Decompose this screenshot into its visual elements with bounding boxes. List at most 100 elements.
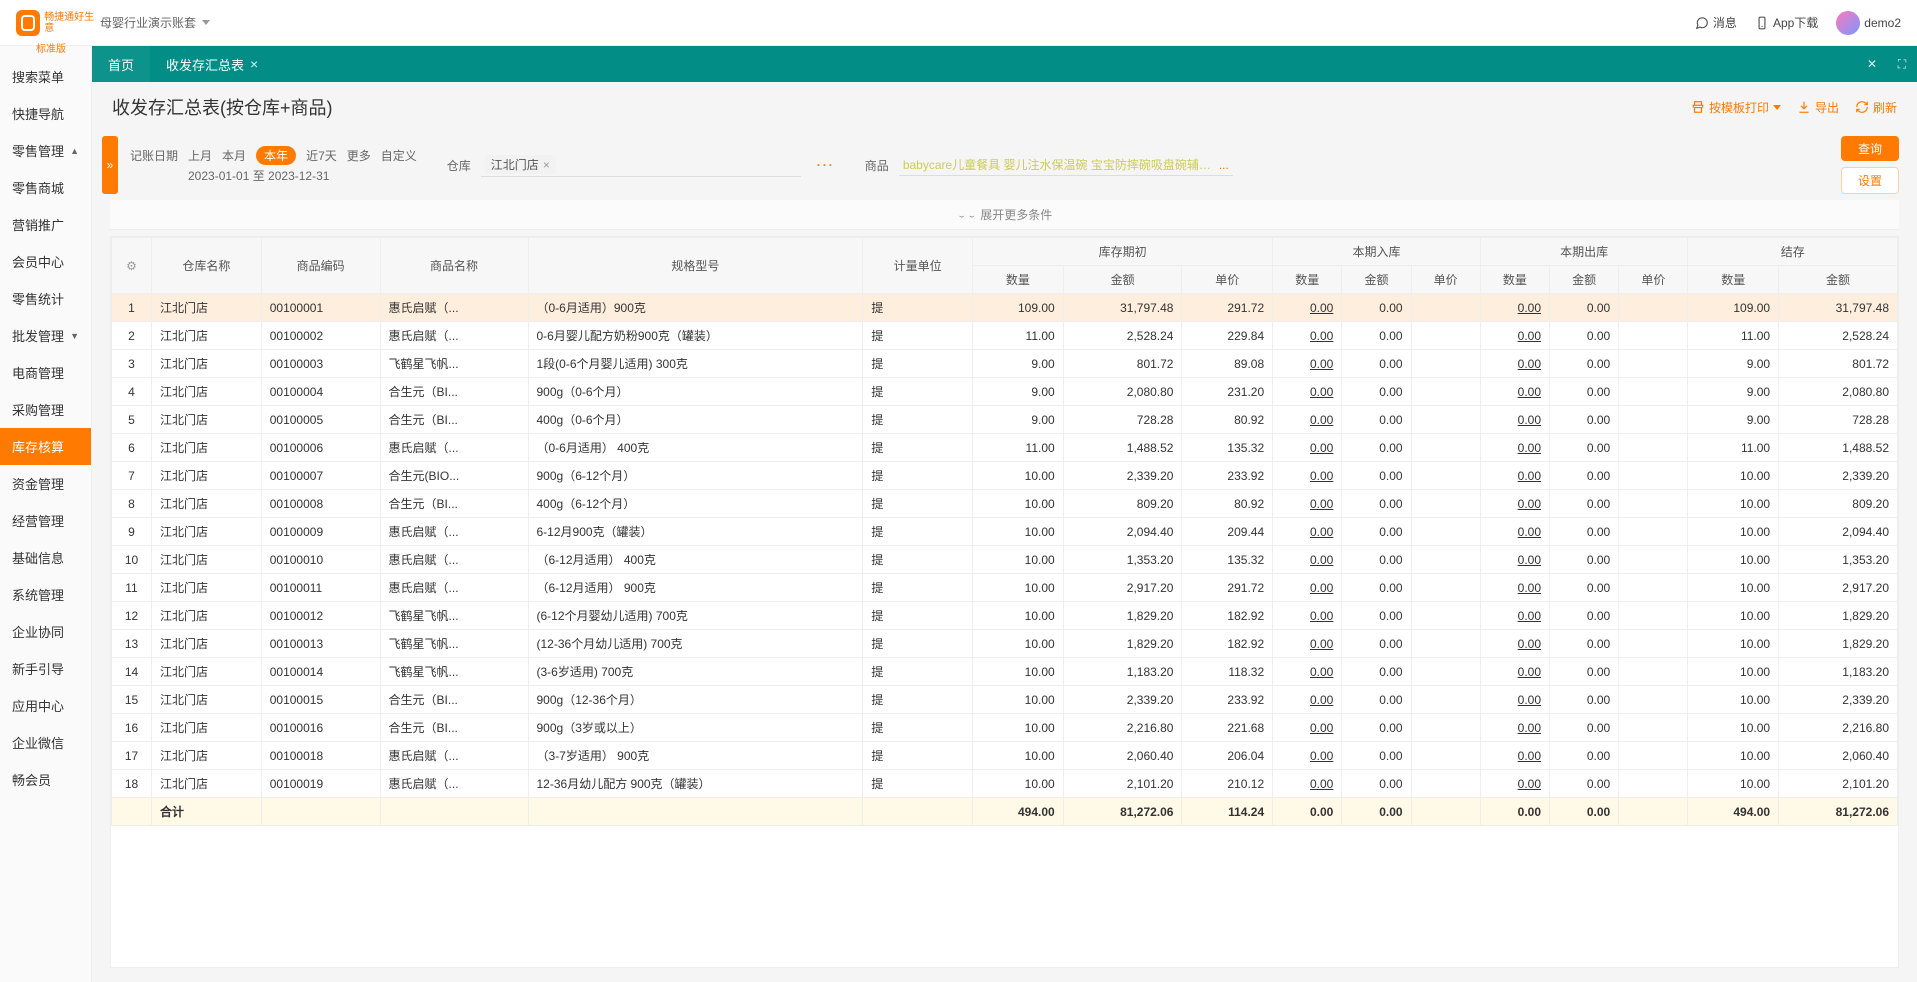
close-icon[interactable]: × [250, 56, 258, 72]
logo-text: 畅捷通好生意 [44, 12, 100, 34]
date-label: 记账日期 [130, 147, 178, 164]
cell-oa: 2,094.40 [1063, 518, 1182, 546]
sidebar-item[interactable]: 新手引导 [0, 650, 91, 687]
refresh-button[interactable]: 刷新 [1855, 99, 1897, 116]
row-index: 1 [112, 294, 152, 322]
cell-xp [1619, 294, 1688, 322]
cell-ip [1411, 686, 1480, 714]
table-row[interactable]: 10江北门店00100010惠氏启赋（...（6-12月适用） 400克提10.… [112, 546, 1898, 574]
sidebar-item[interactable]: 快捷导航 [0, 95, 91, 132]
table-row[interactable]: 16江北门店00100016合生元（BI...900g（3岁或以上）提10.00… [112, 714, 1898, 742]
tab-home[interactable]: 首页 [92, 46, 150, 82]
cell-xa: 0.00 [1550, 434, 1619, 462]
app-download-link[interactable]: App下载 [1755, 14, 1818, 31]
search-button[interactable]: 查询 [1841, 136, 1899, 161]
table-row[interactable]: 4江北门店00100004合生元（BI...900g（0-6个月）提9.002,… [112, 378, 1898, 406]
warehouse-picker-button[interactable]: ··· [817, 158, 835, 172]
table-row[interactable]: 18江北门店00100019惠氏启赋（...12-36月幼儿配方 900克（罐装… [112, 770, 1898, 798]
cell-warehouse: 江北门店 [152, 686, 262, 714]
cell-xa: 0.00 [1550, 406, 1619, 434]
sidebar-item[interactable]: 畅会员 [0, 761, 91, 798]
date-last7[interactable]: 近7天 [306, 147, 337, 164]
sidebar-item[interactable]: 批发管理▼ [0, 317, 91, 354]
collapse-filter-button[interactable]: » [102, 136, 118, 194]
cell-op: 182.92 [1182, 602, 1273, 630]
table-row[interactable]: 9江北门店00100009惠氏启赋（...6-12月900克（罐装）提10.00… [112, 518, 1898, 546]
chevron-down-icon [1773, 105, 1781, 110]
table-row[interactable]: 1江北门店00100001惠氏启赋（...（0-6月适用）900克提109.00… [112, 294, 1898, 322]
table-row[interactable]: 17江北门店00100018惠氏启赋（...（3-7岁适用） 900克提10.0… [112, 742, 1898, 770]
table-row[interactable]: 13江北门店00100013飞鹤星飞帆...(12-36个月幼儿适用) 700克… [112, 630, 1898, 658]
date-last-month[interactable]: 上月 [188, 147, 212, 164]
cell-ba: 2,101.20 [1779, 770, 1898, 798]
export-button[interactable]: 导出 [1797, 99, 1839, 116]
sidebar-item[interactable]: 基础信息 [0, 539, 91, 576]
sidebar-item[interactable]: 会员中心 [0, 243, 91, 280]
cell-unit: 提 [863, 294, 973, 322]
sidebar-item[interactable]: 资金管理 [0, 465, 91, 502]
user-menu[interactable]: demo2 [1836, 11, 1901, 35]
sidebar-item[interactable]: 企业微信 [0, 724, 91, 761]
sidebar-item[interactable]: 搜索菜单 [0, 58, 91, 95]
cell-warehouse: 江北门店 [152, 574, 262, 602]
tab-label: 收发存汇总表 [166, 55, 244, 74]
cell-ia: 0.00 [1342, 602, 1411, 630]
sidebar-item-label: 企业协同 [12, 622, 64, 641]
sidebar-item[interactable]: 企业协同 [0, 613, 91, 650]
product-more-icon[interactable]: ... [1219, 158, 1229, 172]
sidebar-item[interactable]: 零售管理▲ [0, 132, 91, 169]
table-row[interactable]: 2江北门店00100002惠氏启赋（...0-6月婴儿配方奶粉900克（罐装）提… [112, 322, 1898, 350]
cell-bq: 109.00 [1688, 294, 1779, 322]
cell-xq: 0.00 [1480, 602, 1549, 630]
table-row[interactable]: 5江北门店00100005合生元（BI...400g（0-6个月）提9.0072… [112, 406, 1898, 434]
sidebar-item[interactable]: 零售统计 [0, 280, 91, 317]
cell-ia: 0.00 [1342, 658, 1411, 686]
cell-name: 合生元（BI... [380, 406, 528, 434]
sidebar-item-label: 快捷导航 [12, 104, 64, 123]
account-selector[interactable]: 母婴行业演示账套 [100, 14, 320, 31]
table-settings-button[interactable]: ⚙ [112, 238, 152, 294]
cell-unit: 提 [863, 462, 973, 490]
table-row[interactable]: 15江北门店00100015合生元（BI...900g（12-36个月）提10.… [112, 686, 1898, 714]
sidebar-item[interactable]: 营销推广 [0, 206, 91, 243]
table-row[interactable]: 7江北门店00100007合生元(BIO...900g（6-12个月）提10.0… [112, 462, 1898, 490]
sidebar-item[interactable]: 应用中心 [0, 687, 91, 724]
table-row[interactable]: 8江北门店00100008合生元（BI...400g（6-12个月）提10.00… [112, 490, 1898, 518]
table-row[interactable]: 6江北门店00100006惠氏启赋（...（0-6月适用） 400克提11.00… [112, 434, 1898, 462]
cell-oa: 2,917.20 [1063, 574, 1182, 602]
sidebar-item-label: 应用中心 [12, 696, 64, 715]
close-all-tabs-button[interactable]: ✕ [1857, 49, 1887, 79]
table-row[interactable]: 11江北门店00100011惠氏启赋（...（6-12月适用） 900克提10.… [112, 574, 1898, 602]
sidebar-item[interactable]: 零售商城 [0, 169, 91, 206]
date-more[interactable]: 更多 [347, 147, 371, 164]
fullscreen-button[interactable]: ⛶ [1887, 49, 1917, 79]
report-table-container[interactable]: ⚙ 仓库名称 商品编码 商品名称 规格型号 计量单位 库存期初 本期入库 本期出… [110, 236, 1899, 968]
tab-report[interactable]: 收发存汇总表 × [150, 46, 274, 82]
sidebar-item[interactable]: 电商管理 [0, 354, 91, 391]
cell-oa: 2,060.40 [1063, 742, 1182, 770]
date-this-year[interactable]: 本年 [256, 146, 296, 165]
cell-xp [1619, 378, 1688, 406]
product-input[interactable]: babycare儿童餐具 婴儿注水保温碗 宝宝防摔碗吸盘碗辅食碗勺套装 雀湖绿 … [899, 154, 1233, 176]
warehouse-input[interactable]: 江北门店 × [481, 153, 801, 177]
print-button[interactable]: 按模板打印 [1691, 99, 1781, 116]
date-custom[interactable]: 自定义 [381, 147, 417, 164]
table-row[interactable]: 14江北门店00100014飞鹤星飞帆...(3-6岁适用) 700克提10.0… [112, 658, 1898, 686]
date-this-month[interactable]: 本月 [222, 147, 246, 164]
expand-conditions-button[interactable]: ⌄⌄ 展开更多条件 [110, 200, 1899, 230]
table-row[interactable]: 3江北门店00100003飞鹤星飞帆...1段(0-6个月婴儿适用) 300克提… [112, 350, 1898, 378]
total-xq: 0.00 [1480, 798, 1549, 826]
settings-button[interactable]: 设置 [1841, 167, 1899, 194]
table-row[interactable]: 12江北门店00100012飞鹤星飞帆...(6-12个月婴幼儿适用) 700克… [112, 602, 1898, 630]
remove-tag-icon[interactable]: × [543, 158, 550, 172]
sidebar-item[interactable]: 采购管理 [0, 391, 91, 428]
cell-xa: 0.00 [1550, 630, 1619, 658]
cell-xq: 0.00 [1480, 406, 1549, 434]
sidebar-item[interactable]: 系统管理 [0, 576, 91, 613]
date-range-display[interactable]: 2023-01-01 至 2023-12-31 [188, 167, 329, 184]
messages-link[interactable]: 消息 [1695, 14, 1737, 31]
sidebar-item[interactable]: 库存核算 [0, 428, 91, 465]
sidebar-item[interactable]: 经营管理 [0, 502, 91, 539]
cell-iq: 0.00 [1273, 462, 1342, 490]
cell-warehouse: 江北门店 [152, 378, 262, 406]
